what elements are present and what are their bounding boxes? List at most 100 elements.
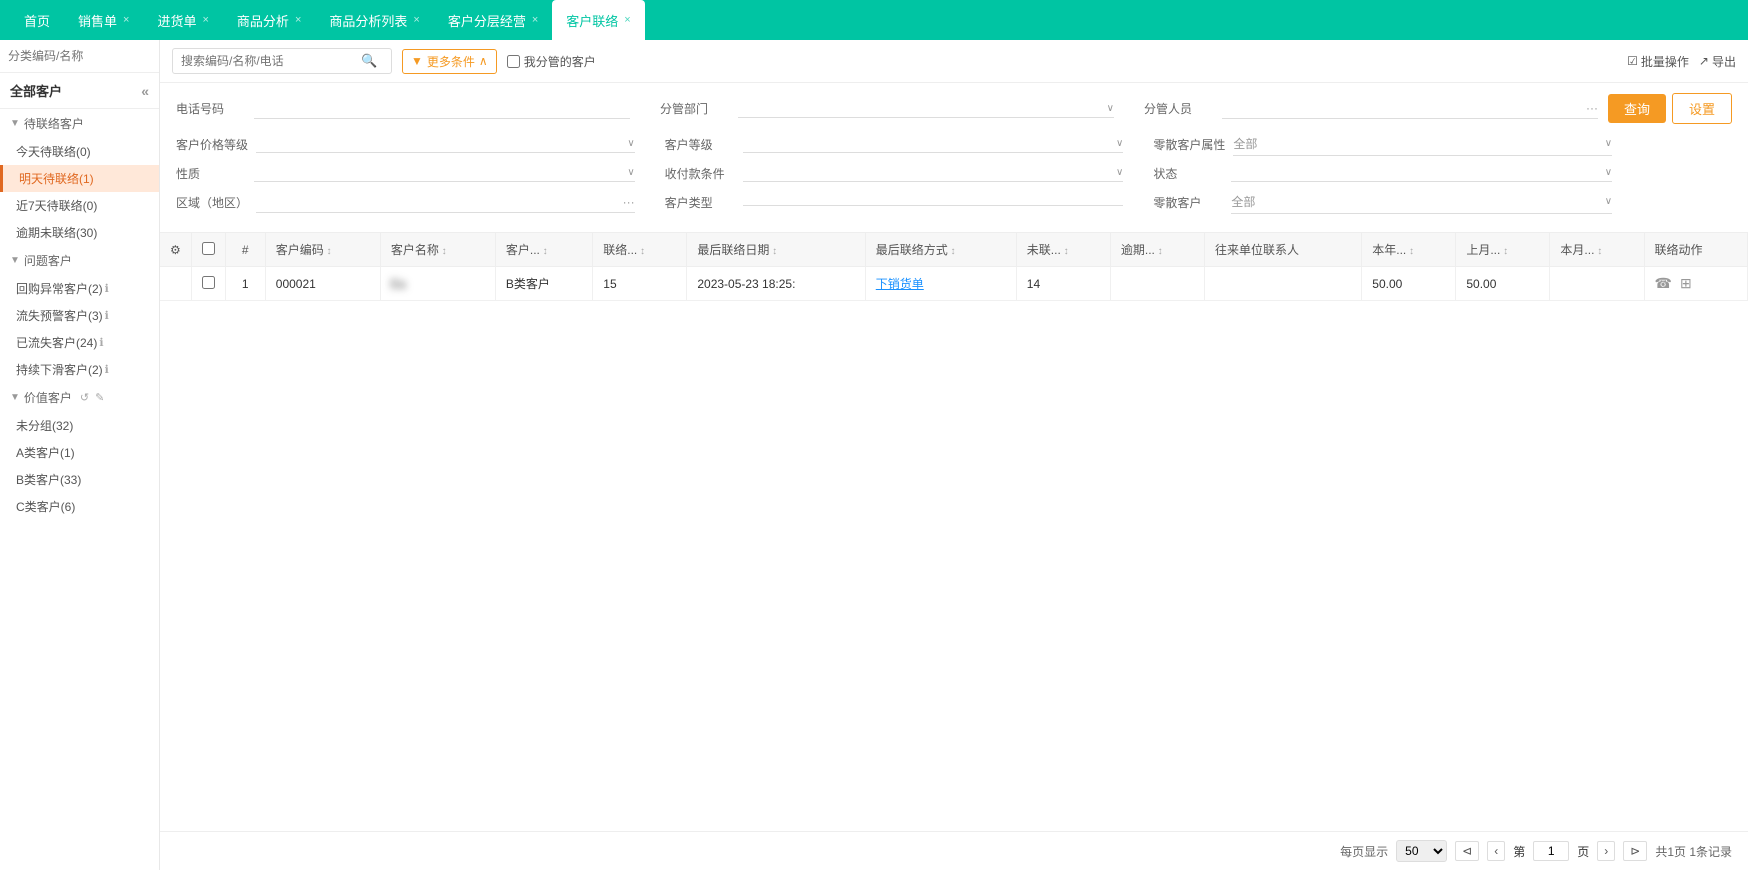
query-button[interactable]: 查询 bbox=[1608, 94, 1666, 123]
row-type: B类客户 bbox=[495, 267, 592, 301]
rebuy-anomaly-help-icon[interactable]: ℹ bbox=[105, 282, 109, 295]
first-page-button[interactable]: ⊲ bbox=[1455, 841, 1479, 861]
nav-purchase[interactable]: 进货单 × bbox=[143, 0, 222, 40]
sidebar-item-class-a[interactable]: A类客户(1) bbox=[0, 439, 159, 466]
col-this-month-header[interactable]: 本月... bbox=[1550, 233, 1644, 267]
col-this-year-header[interactable]: 本年... bbox=[1362, 233, 1456, 267]
phone-label: 电话号码 bbox=[176, 100, 246, 117]
value-refresh-icon[interactable]: ↺ bbox=[80, 391, 89, 404]
col-code-header[interactable]: 客户编码 bbox=[265, 233, 380, 267]
nav-home[interactable]: 首页 bbox=[10, 0, 64, 40]
table-area: ⚙ # 客户编码 客户名称 客户... 联络... 最后联络日期 最后联络方式 … bbox=[160, 233, 1748, 831]
col-gear[interactable]: ⚙ bbox=[160, 233, 191, 267]
row-check[interactable] bbox=[191, 267, 225, 301]
manager-select[interactable]: ··· bbox=[1222, 98, 1598, 119]
region-more-icon[interactable]: ··· bbox=[623, 195, 635, 209]
sidebar-item-overdue[interactable]: 逾期未联络(30) bbox=[0, 219, 159, 246]
col-not-contact-header[interactable]: 未联... bbox=[1016, 233, 1110, 267]
col-last-method-header[interactable]: 最后联络方式 bbox=[865, 233, 1016, 267]
nature-select[interactable]: ∨ bbox=[254, 164, 635, 182]
all-customers-header[interactable]: 全部客户 « bbox=[0, 73, 159, 109]
manager-more-icon[interactable]: ··· bbox=[1586, 101, 1598, 115]
page-suffix-label: 页 bbox=[1577, 843, 1589, 860]
retail-attr-chevron-icon: ∨ bbox=[1605, 138, 1612, 149]
select-all-checkbox[interactable] bbox=[202, 242, 215, 255]
row-gear[interactable] bbox=[160, 267, 191, 301]
prev-page-button[interactable]: ‹ bbox=[1487, 841, 1505, 861]
retail-customer-select[interactable]: 全部 ∨ bbox=[1231, 190, 1612, 214]
nav-goods-analysis-list[interactable]: 商品分析列表 × bbox=[315, 0, 433, 40]
customer-grade-select[interactable]: ∨ bbox=[743, 135, 1124, 153]
collapse-sidebar-icon[interactable]: « bbox=[141, 83, 149, 99]
row-more-icon[interactable]: ⊞ bbox=[1680, 275, 1692, 292]
sidebar-item-tomorrow[interactable]: 明天待联络(1) bbox=[0, 165, 159, 192]
col-overdue-header[interactable]: 逾期... bbox=[1110, 233, 1204, 267]
sidebar-item-class-b[interactable]: B类客户(33) bbox=[0, 466, 159, 493]
my-customers-checkbox-label[interactable]: 我分管的客户 bbox=[507, 53, 596, 70]
col-type-header[interactable]: 客户... bbox=[495, 233, 592, 267]
nav-customer-tier[interactable]: 客户分层经营 × bbox=[434, 0, 552, 40]
row-unit-contacts bbox=[1204, 267, 1361, 301]
search-icon[interactable]: 🔍 bbox=[361, 53, 377, 69]
price-grade-select[interactable]: ∨ bbox=[256, 135, 635, 153]
value-edit-icon[interactable]: ✎ bbox=[95, 391, 104, 404]
close-goods-analysis-tab[interactable]: × bbox=[295, 14, 301, 26]
status-select[interactable]: ∨ bbox=[1231, 164, 1612, 182]
close-customer-contact-tab[interactable]: × bbox=[624, 14, 630, 26]
row-checkbox[interactable] bbox=[202, 276, 215, 289]
pending-contact-group: ▼ 待联络客户 bbox=[0, 109, 159, 138]
churned-help-icon[interactable]: ℹ bbox=[99, 336, 103, 349]
row-last-method[interactable]: 下销货单 bbox=[865, 267, 1016, 301]
churn-warning-help-icon[interactable]: ℹ bbox=[105, 309, 109, 322]
col-unit-contacts-header[interactable]: 往来单位联系人 bbox=[1204, 233, 1361, 267]
nav-goods-analysis[interactable]: 商品分析 × bbox=[223, 0, 315, 40]
col-name-header[interactable]: 客户名称 bbox=[380, 233, 495, 267]
dept-label: 分管部门 bbox=[660, 100, 730, 117]
sidebar-item-churn-warning[interactable]: 流失预警客户(3) ℹ bbox=[0, 302, 159, 329]
price-grade-label: 客户价格等级 bbox=[176, 136, 248, 153]
declining-help-icon[interactable]: ℹ bbox=[105, 363, 109, 376]
col-check[interactable] bbox=[191, 233, 225, 267]
sidebar-search-input[interactable] bbox=[8, 49, 160, 63]
my-customers-checkbox[interactable] bbox=[507, 55, 520, 68]
close-customer-tier-tab[interactable]: × bbox=[532, 14, 538, 26]
sidebar-item-today[interactable]: 今天待联络(0) bbox=[0, 138, 159, 165]
filter-phone: 电话号码 bbox=[176, 98, 630, 119]
next-page-button[interactable]: › bbox=[1597, 841, 1615, 861]
sidebar-item-declining[interactable]: 持续下滑客户(2) ℹ bbox=[0, 356, 159, 383]
col-last-date-header[interactable]: 最后联络日期 bbox=[687, 233, 865, 267]
more-conditions-button[interactable]: ▼ 更多条件 ∧ bbox=[402, 49, 497, 74]
close-sales-tab[interactable]: × bbox=[123, 14, 129, 26]
phone-input[interactable] bbox=[254, 98, 630, 119]
customer-type-select[interactable] bbox=[743, 199, 1124, 206]
page-number-input[interactable] bbox=[1533, 841, 1569, 861]
payment-label: 收付款条件 bbox=[665, 165, 735, 182]
set-button[interactable]: 设置 bbox=[1672, 93, 1732, 124]
row-contact-icon[interactable]: ☎ bbox=[1655, 275, 1672, 292]
dept-select[interactable]: ∨ bbox=[738, 100, 1114, 118]
close-goods-list-tab[interactable]: × bbox=[413, 14, 419, 26]
filter-manager: 分管人员 ··· bbox=[1144, 98, 1598, 119]
payment-select[interactable]: ∨ bbox=[743, 164, 1124, 182]
nav-sales[interactable]: 销售单 × bbox=[64, 0, 143, 40]
row-name: Ea bbox=[380, 267, 495, 301]
per-page-label: 每页显示 bbox=[1340, 843, 1388, 860]
sidebar-item-rebuy-anomaly[interactable]: 回购异常客户(2) ℹ bbox=[0, 275, 159, 302]
col-contacts-header[interactable]: 联络... bbox=[593, 233, 687, 267]
region-select[interactable]: ··· bbox=[256, 192, 635, 213]
sidebar-item-ungraded[interactable]: 未分组(32) bbox=[0, 412, 159, 439]
sidebar-item-7days[interactable]: 近7天待联络(0) bbox=[0, 192, 159, 219]
row-last-date: 2023-05-23 18:25: bbox=[687, 267, 865, 301]
search-input[interactable] bbox=[181, 54, 361, 68]
bulk-operations-button[interactable]: ☑ 批量操作 bbox=[1627, 53, 1689, 70]
sidebar-item-class-c[interactable]: C类客户(6) bbox=[0, 493, 159, 520]
col-last-month-header[interactable]: 上月... bbox=[1456, 233, 1550, 267]
per-page-select[interactable]: 50 100 200 bbox=[1396, 840, 1447, 862]
retail-attr-select[interactable]: 全部 ∨ bbox=[1233, 132, 1612, 156]
close-purchase-tab[interactable]: × bbox=[202, 14, 208, 26]
export-button[interactable]: ↗ 导出 bbox=[1699, 53, 1736, 70]
last-page-button[interactable]: ⊳ bbox=[1623, 841, 1647, 861]
nav-customer-contact[interactable]: 客户联络 × bbox=[552, 0, 644, 40]
sidebar-item-churned[interactable]: 已流失客户(24) ℹ bbox=[0, 329, 159, 356]
customers-table: ⚙ # 客户编码 客户名称 客户... 联络... 最后联络日期 最后联络方式 … bbox=[160, 233, 1748, 301]
